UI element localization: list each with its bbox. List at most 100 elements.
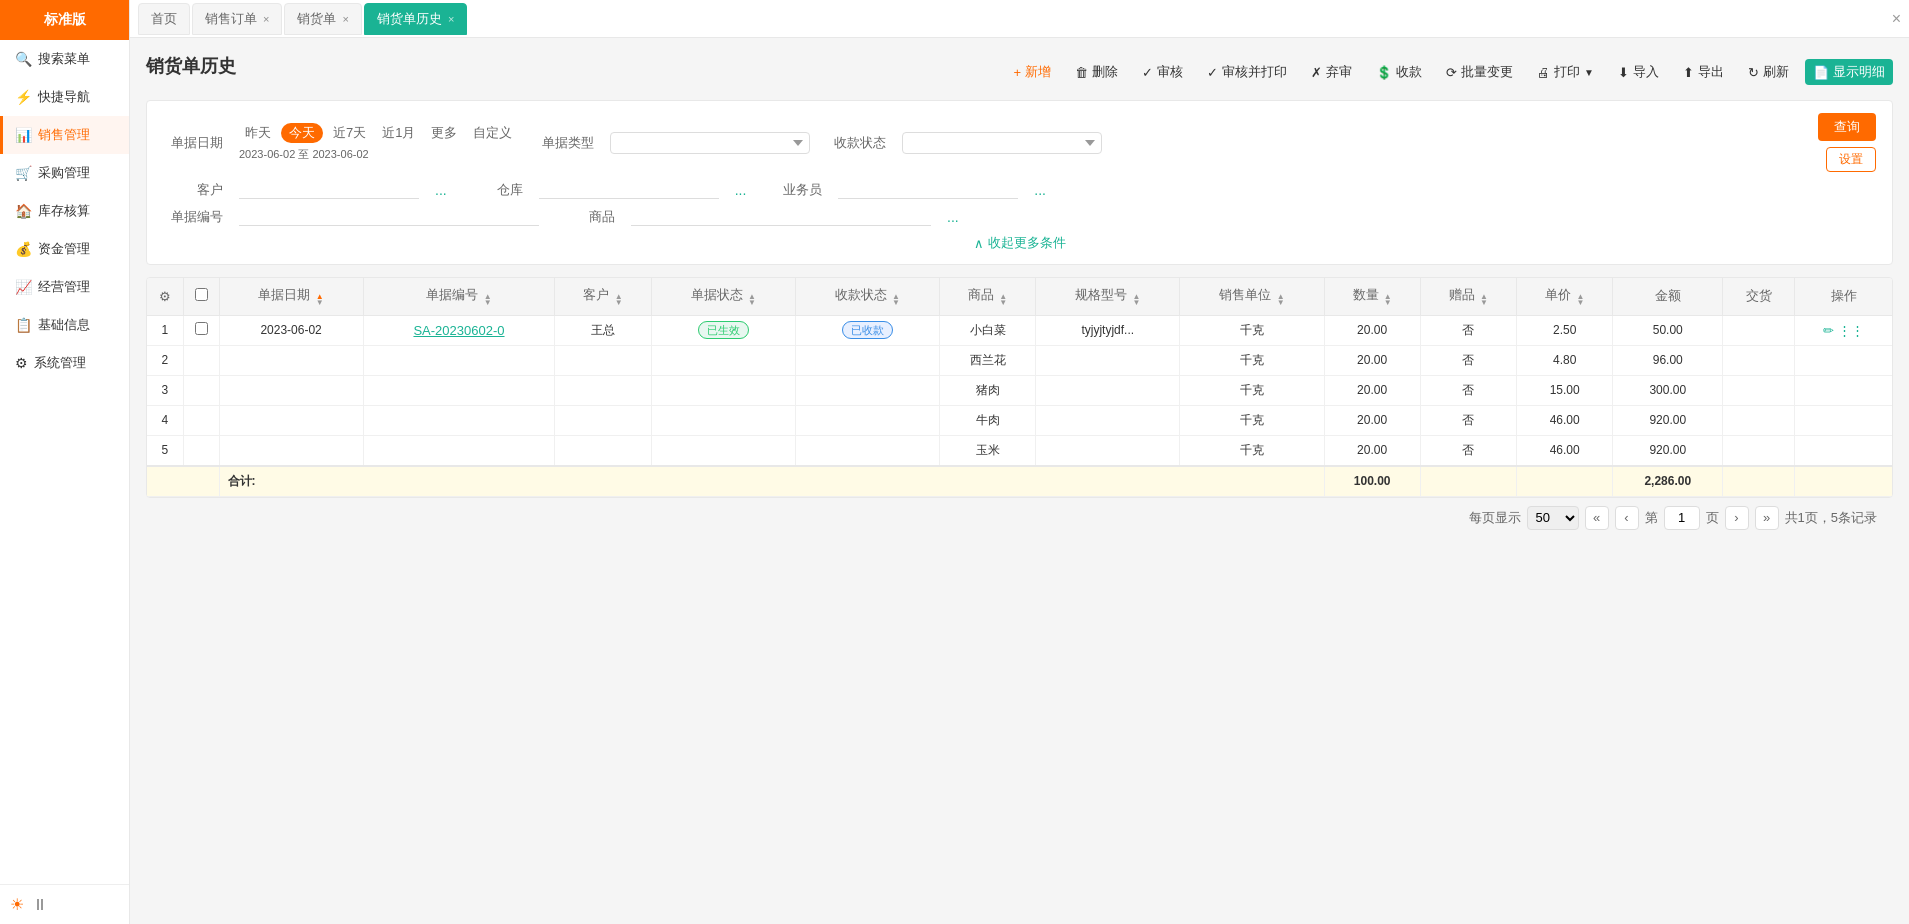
cell-checkbox[interactable] xyxy=(183,405,219,435)
tab-sales-goods-close[interactable]: × xyxy=(342,13,348,25)
cell-customer xyxy=(555,345,651,375)
cell-action[interactable] xyxy=(1795,375,1892,405)
col-customer[interactable]: 客户 ▲▼ xyxy=(555,278,651,315)
export-button[interactable]: ⬆ 导出 xyxy=(1675,59,1732,85)
edit-btn[interactable]: ✏ xyxy=(1823,323,1834,338)
close-all-tabs[interactable]: × xyxy=(1892,10,1901,28)
col-date-sort: ▲▼ xyxy=(316,294,324,307)
customer-filter-input[interactable] xyxy=(239,180,419,199)
refresh-button[interactable]: ↻ 刷新 xyxy=(1740,59,1797,85)
tab-sales-history-close[interactable]: × xyxy=(448,13,454,25)
warehouse-dots[interactable]: ... xyxy=(735,182,747,198)
page-first-btn[interactable]: « xyxy=(1585,506,1609,530)
customer-dots[interactable]: ... xyxy=(435,182,447,198)
filter-right-actions: 查询 设置 xyxy=(1818,113,1876,172)
tab-home[interactable]: 首页 xyxy=(138,3,190,35)
col-price-sort: ▲▼ xyxy=(1576,294,1584,307)
tab-sales-order[interactable]: 销售订单 × xyxy=(192,3,282,35)
sidebar-item-operations[interactable]: 📈 经营管理 xyxy=(0,268,129,306)
add-button[interactable]: + 新增 xyxy=(1006,59,1060,85)
receive-button[interactable]: 💲 收款 xyxy=(1368,59,1430,85)
cell-action[interactable]: ✏ ⋮⋮ xyxy=(1795,315,1892,345)
audit-button[interactable]: ✓ 审核 xyxy=(1134,59,1191,85)
col-qty[interactable]: 数量 ▲▼ xyxy=(1324,278,1420,315)
import-button[interactable]: ⬇ 导入 xyxy=(1610,59,1667,85)
sidebar-item-purchase-mgmt[interactable]: 🛒 采购管理 xyxy=(0,154,129,192)
footer-gift-empty xyxy=(1420,466,1516,497)
col-doc-status[interactable]: 单据状态 ▲▼ xyxy=(651,278,795,315)
cell-doc-status xyxy=(651,375,795,405)
date-btn-more[interactable]: 更多 xyxy=(425,123,463,143)
delete-button[interactable]: 🗑 删除 xyxy=(1067,59,1126,85)
sidebar-bottom-icon1[interactable]: ☀ xyxy=(10,895,24,914)
query-button[interactable]: 查询 xyxy=(1818,113,1876,141)
goods-filter-input[interactable] xyxy=(631,207,931,226)
cell-price: 15.00 xyxy=(1517,375,1613,405)
date-quick-row: 昨天 今天 近7天 近1月 更多 自定义 xyxy=(239,123,518,143)
filter-row-3: 单据编号 商品 ... xyxy=(163,207,1876,226)
page-number-input[interactable]: 1 xyxy=(1664,506,1700,530)
more-btn[interactable]: ⋮⋮ xyxy=(1838,323,1864,338)
type-filter-select[interactable] xyxy=(610,132,810,154)
sidebar-item-inventory[interactable]: 🏠 库存核算 xyxy=(0,192,129,230)
docno-link[interactable]: SA-20230602-0 xyxy=(413,323,504,338)
abandon-button[interactable]: ✗ 弃审 xyxy=(1303,59,1360,85)
print-arrow-icon: ▼ xyxy=(1584,67,1594,78)
date-btn-yesterday[interactable]: 昨天 xyxy=(239,123,277,143)
page-last-btn[interactable]: » xyxy=(1755,506,1779,530)
audit-print-button[interactable]: ✓ 审核并打印 xyxy=(1199,59,1295,85)
sidebar-item-label: 快捷导航 xyxy=(38,88,90,106)
agent-filter-input[interactable] xyxy=(838,180,1018,199)
sidebar-item-sales-mgmt[interactable]: 📊 销售管理 xyxy=(0,116,129,154)
page-next-btn[interactable]: › xyxy=(1725,506,1749,530)
sidebar-item-finance[interactable]: 💰 资金管理 xyxy=(0,230,129,268)
setting-button[interactable]: 设置 xyxy=(1826,147,1876,172)
cell-checkbox[interactable] xyxy=(183,435,219,466)
settings-icon[interactable]: ⚙ xyxy=(159,289,171,304)
tab-sales-order-close[interactable]: × xyxy=(263,13,269,25)
col-checkbox[interactable] xyxy=(183,278,219,315)
date-btn-7days[interactable]: 近7天 xyxy=(327,123,372,143)
col-pay-status[interactable]: 收款状态 ▲▼ xyxy=(795,278,939,315)
date-btn-1month[interactable]: 近1月 xyxy=(376,123,421,143)
col-transaction-label: 交货 xyxy=(1746,288,1772,303)
col-goods[interactable]: 商品 ▲▼ xyxy=(939,278,1035,315)
col-unit[interactable]: 销售单位 ▲▼ xyxy=(1180,278,1324,315)
cell-checkbox[interactable] xyxy=(183,375,219,405)
col-price[interactable]: 单价 ▲▼ xyxy=(1517,278,1613,315)
cell-action[interactable] xyxy=(1795,405,1892,435)
row-checkbox[interactable] xyxy=(195,322,208,335)
cell-checkbox[interactable] xyxy=(183,315,219,345)
batch-change-button[interactable]: ⟳ 批量变更 xyxy=(1438,59,1521,85)
payment-filter-select[interactable] xyxy=(902,132,1102,154)
print-button[interactable]: 🖨 打印 ▼ xyxy=(1529,59,1602,85)
col-docno[interactable]: 单据编号 ▲▼ xyxy=(363,278,555,315)
page-prev-btn[interactable]: ‹ xyxy=(1615,506,1639,530)
warehouse-filter-input[interactable] xyxy=(539,180,719,199)
sidebar-item-base-info[interactable]: 📋 基础信息 xyxy=(0,306,129,344)
col-gift[interactable]: 赠品 ▲▼ xyxy=(1420,278,1516,315)
date-btn-today[interactable]: 今天 xyxy=(281,123,323,143)
docno-filter-input[interactable] xyxy=(239,207,539,226)
tab-sales-history[interactable]: 销货单历史 × xyxy=(364,3,467,35)
show-detail-button[interactable]: 📄 显示明细 xyxy=(1805,59,1893,85)
sidebar-bottom-icon2[interactable]: ⏸ xyxy=(32,896,48,914)
date-btn-custom[interactable]: 自定义 xyxy=(467,123,518,143)
select-all-checkbox[interactable] xyxy=(195,288,208,301)
tab-sales-goods[interactable]: 销货单 × xyxy=(284,3,361,35)
sidebar-item-search-menu[interactable]: 🔍 搜索菜单 xyxy=(0,40,129,78)
agent-dots[interactable]: ... xyxy=(1034,182,1046,198)
sidebar-item-quick-nav[interactable]: ⚡ 快捷导航 xyxy=(0,78,129,116)
col-spec[interactable]: 规格型号 ▲▼ xyxy=(1036,278,1180,315)
per-page-select[interactable]: 50 100 xyxy=(1527,506,1579,530)
sidebar-item-sys-mgmt[interactable]: ⚙ 系统管理 xyxy=(0,344,129,382)
table-scroll[interactable]: ⚙ 单据日期 ▲▼ 单据编号 ▲▼ xyxy=(147,278,1892,497)
cell-action[interactable] xyxy=(1795,345,1892,375)
cell-date xyxy=(219,375,363,405)
col-date[interactable]: 单据日期 ▲▼ xyxy=(219,278,363,315)
col-settings[interactable]: ⚙ xyxy=(147,278,183,315)
collapse-button[interactable]: ∧ 收起更多条件 xyxy=(163,234,1876,252)
goods-dots[interactable]: ... xyxy=(947,209,959,225)
cell-checkbox[interactable] xyxy=(183,345,219,375)
cell-action[interactable] xyxy=(1795,435,1892,466)
